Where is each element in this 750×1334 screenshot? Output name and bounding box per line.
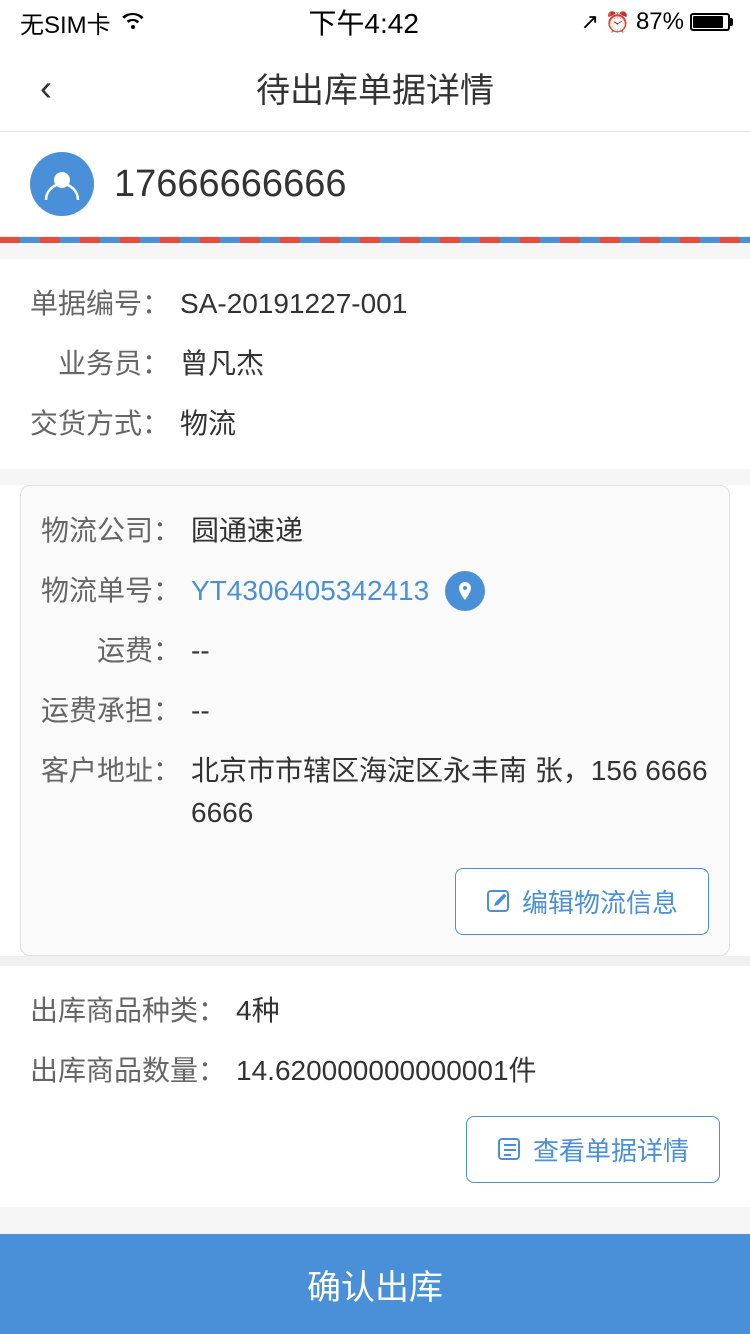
confirm-button-label: 确认出库: [307, 1260, 443, 1309]
location-status-icon: ↗: [581, 9, 599, 35]
confirm-button[interactable]: 确认出库: [0, 1234, 750, 1334]
freight-label: 运费：: [41, 630, 181, 672]
view-detail-button[interactable]: 查看单据详情: [466, 1116, 720, 1183]
sales-person-label: 业务员：: [30, 343, 170, 385]
address-value: 北京市市辖区海淀区永丰南 张，156 6666 6666: [191, 750, 709, 834]
goods-types-value: 4种: [236, 990, 720, 1032]
customer-header: 17666666666: [0, 132, 750, 237]
section-separator: [0, 956, 750, 966]
wifi-icon: [119, 9, 147, 35]
goods-types-label: 出库商品种类：: [30, 990, 226, 1032]
address-label: 客户地址：: [41, 750, 181, 792]
goods-section: 出库商品种类： 4种 出库商品数量： 14.620000000000001件: [0, 966, 750, 1116]
battery-icon: [690, 13, 730, 31]
edit-logistics-label: 编辑物流信息: [522, 883, 678, 920]
logistics-company-label: 物流公司：: [41, 510, 181, 552]
freight-bear-label: 运费承担：: [41, 690, 181, 732]
status-right: ↗ ⏰ 87%: [581, 8, 730, 36]
delivery-row: 交货方式： 物流: [30, 403, 720, 445]
battery-fill: [693, 16, 723, 28]
tracking-row: 物流单号： YT4306405342413: [41, 570, 709, 612]
back-button[interactable]: ‹: [30, 57, 62, 119]
goods-types-row: 出库商品种类： 4种: [30, 990, 720, 1032]
status-time: 下午4:42: [308, 2, 419, 42]
sales-person-row: 业务员： 曾凡杰: [30, 343, 720, 385]
address-row: 客户地址： 北京市市辖区海淀区永丰南 张，156 6666 6666: [41, 750, 709, 834]
battery-percent: 87%: [636, 8, 684, 36]
tracking-value-wrap: YT4306405342413: [191, 570, 709, 612]
goods-quantity-value: 14.620000000000001件: [236, 1050, 720, 1092]
logistics-company-value: 圆通速递: [191, 510, 709, 552]
avatar: [30, 152, 94, 216]
doc-number-value: SA-20191227-001: [180, 283, 720, 325]
logistics-card: 物流公司： 圆通速递 物流单号： YT4306405342413 运费： --: [20, 485, 730, 956]
goods-quantity-label: 出库商品数量：: [30, 1050, 226, 1092]
tracking-number: YT4306405342413: [191, 570, 429, 612]
logistics-company-row: 物流公司： 圆通速递: [41, 510, 709, 552]
delivery-label: 交货方式：: [30, 403, 170, 445]
freight-bear-value: --: [191, 690, 709, 732]
goods-quantity-row: 出库商品数量： 14.620000000000001件: [30, 1050, 720, 1092]
network-label: 无SIM卡: [20, 5, 111, 40]
view-detail-label: 查看单据详情: [533, 1131, 689, 1168]
freight-row: 运费： --: [41, 630, 709, 672]
person-icon: [44, 166, 80, 202]
customer-phone: 17666666666: [114, 163, 346, 206]
delivery-value: 物流: [180, 403, 720, 445]
nav-bar: ‹ 待出库单据详情: [0, 44, 750, 132]
detail-btn-wrap: 查看单据详情: [0, 1116, 750, 1207]
status-bar: 无SIM卡 下午4:42 ↗ ⏰ 87%: [0, 0, 750, 44]
alarm-icon: ⏰: [605, 10, 630, 35]
status-left: 无SIM卡: [20, 5, 147, 40]
sales-person-value: 曾凡杰: [180, 343, 720, 385]
doc-number-label: 单据编号：: [30, 283, 170, 325]
doc-number-row: 单据编号： SA-20191227-001: [30, 283, 720, 325]
dashed-divider: [0, 237, 750, 243]
basic-info-section: 单据编号： SA-20191227-001 业务员： 曾凡杰 交货方式： 物流: [0, 259, 750, 469]
edit-icon: [486, 889, 512, 915]
edit-logistics-button[interactable]: 编辑物流信息: [455, 868, 709, 935]
page-title: 待出库单据详情: [256, 63, 494, 112]
freight-bear-row: 运费承担： --: [41, 690, 709, 732]
edit-logistics-wrap: 编辑物流信息: [41, 852, 709, 955]
list-icon: [497, 1137, 523, 1163]
map-location-icon[interactable]: [445, 571, 485, 611]
freight-value: --: [191, 630, 709, 672]
tracking-label: 物流单号：: [41, 570, 181, 612]
